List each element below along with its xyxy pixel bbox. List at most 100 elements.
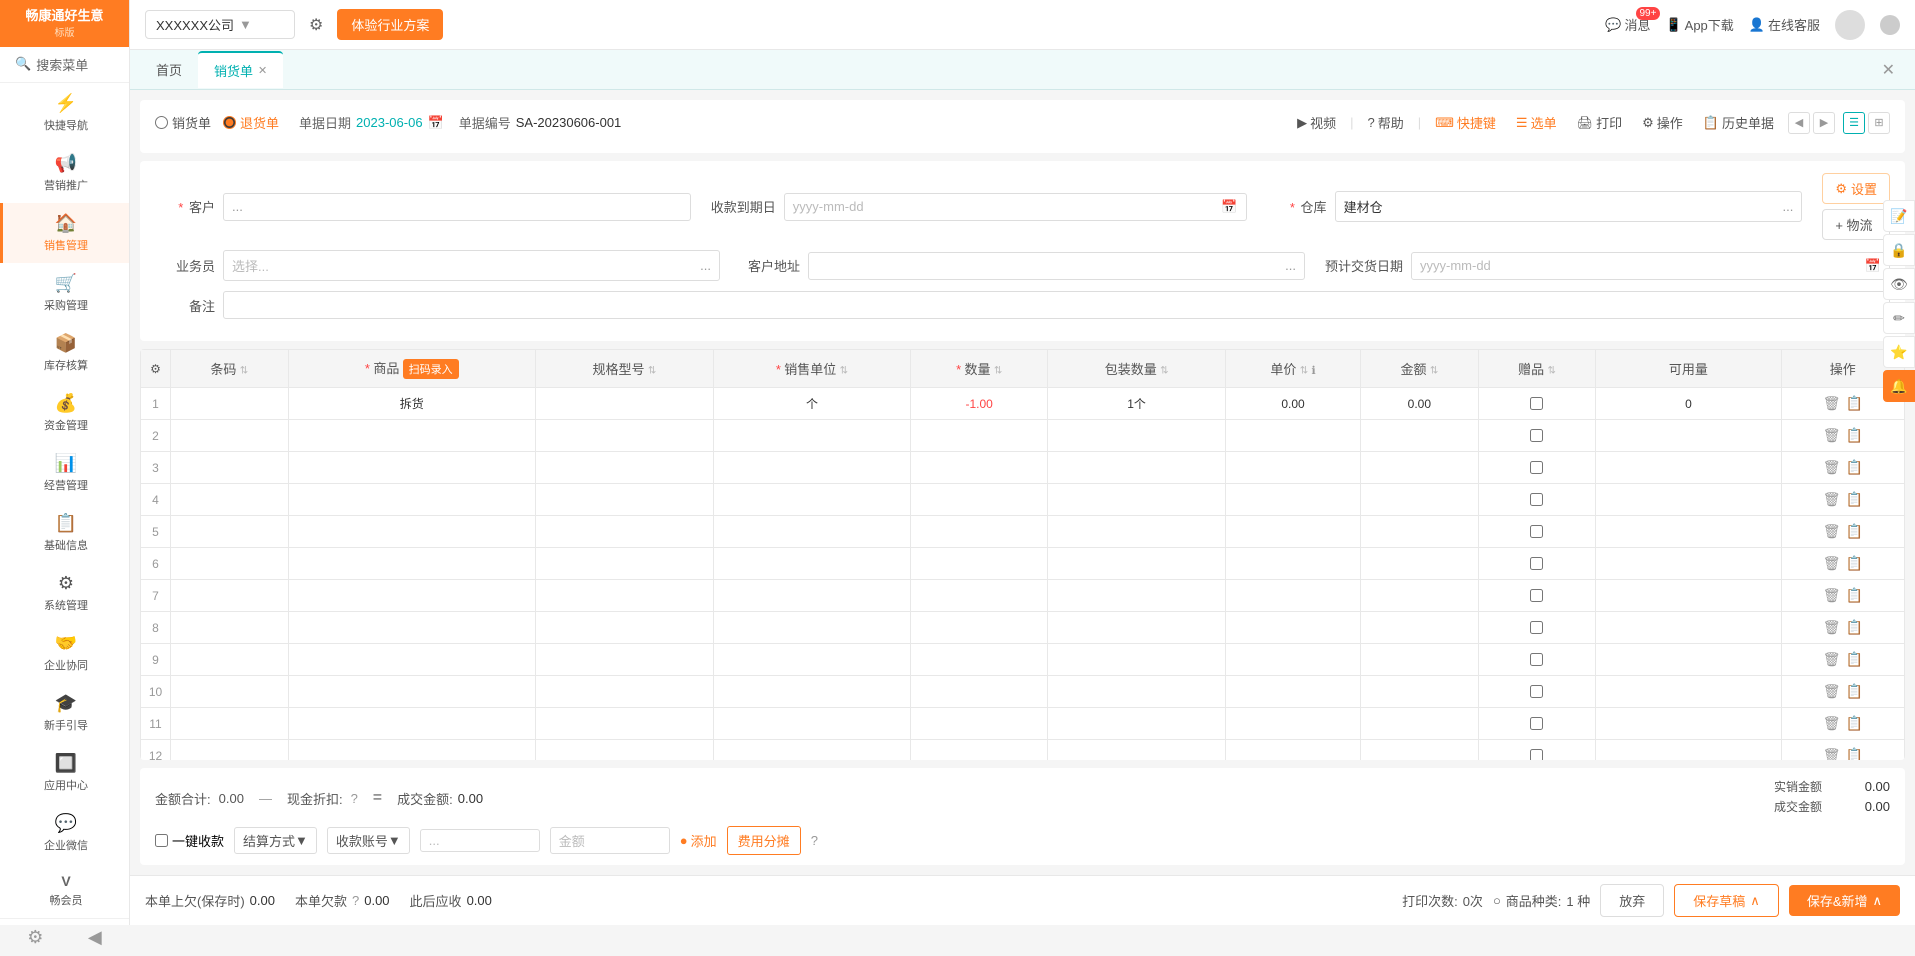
- expected-delivery-calendar-icon[interactable]: 📅: [1865, 258, 1881, 274]
- action-help[interactable]: ? 帮助: [1362, 110, 1410, 135]
- sidebar-item-quicknav[interactable]: ⚡ 快捷导航: [0, 83, 129, 143]
- fee-split-button[interactable]: 费用分摊: [727, 826, 801, 855]
- view-grid[interactable]: ⊞: [1868, 112, 1890, 134]
- one-click-payment-checkbox[interactable]: 一键收款: [155, 831, 224, 850]
- account-input[interactable]: ...: [420, 829, 540, 852]
- delete-icon[interactable]: 🗑: [1823, 459, 1841, 476]
- action-shortcut[interactable]: ⌨ 快捷键: [1429, 110, 1502, 135]
- delete-icon[interactable]: 🗑: [1823, 651, 1841, 668]
- nav-next[interactable]: ▶: [1813, 112, 1835, 134]
- action-video[interactable]: ▶ 视频: [1291, 110, 1342, 135]
- copy-icon[interactable]: 📋: [1845, 651, 1862, 668]
- nav-prev[interactable]: ◀: [1788, 112, 1810, 134]
- customer-dots[interactable]: ...: [232, 199, 243, 214]
- tab-home[interactable]: 首页: [140, 52, 198, 87]
- user-avatar2[interactable]: [1880, 15, 1900, 35]
- delete-icon[interactable]: 🗑: [1823, 523, 1841, 540]
- app-download-button[interactable]: 📱 App下载: [1665, 15, 1733, 34]
- col-settings[interactable]: ⚙: [141, 350, 171, 388]
- one-click-checkbox[interactable]: [155, 834, 168, 847]
- sidebar-item-system[interactable]: ⚙ 系统管理: [0, 563, 129, 623]
- row-spec[interactable]: [535, 388, 713, 420]
- sidebar-item-wechat[interactable]: 💬 企业微信: [0, 803, 129, 863]
- right-tool-view[interactable]: 👁: [1883, 268, 1915, 300]
- row-product[interactable]: 拆货: [288, 388, 535, 420]
- gift-checkbox[interactable]: [1530, 397, 1543, 410]
- right-tool-star[interactable]: ⭐: [1883, 336, 1915, 368]
- sidebar-item-apps[interactable]: 🔲 应用中心: [0, 743, 129, 803]
- delete-icon[interactable]: 🗑: [1823, 683, 1841, 700]
- tab-close-icon[interactable]: ✕: [258, 64, 267, 77]
- row-gift[interactable]: [1478, 388, 1596, 420]
- copy-row-icon[interactable]: 📋: [1845, 395, 1862, 412]
- right-tool-note[interactable]: 📝: [1883, 200, 1915, 232]
- user-avatar[interactable]: [1835, 10, 1865, 40]
- warehouse-dots[interactable]: ...: [1783, 199, 1794, 214]
- sidebar-item-sales[interactable]: 🏠 销售管理: [0, 203, 129, 263]
- scan-button[interactable]: 扫码录入: [403, 359, 459, 379]
- action-print[interactable]: 🖨 打印: [1571, 110, 1629, 135]
- radio-return-order-input[interactable]: [223, 116, 236, 129]
- logistics-button[interactable]: + 物流: [1822, 209, 1890, 240]
- radio-sales-order-input[interactable]: [155, 116, 168, 129]
- topbar-settings-icon[interactable]: ⚙: [305, 11, 327, 39]
- copy-icon[interactable]: 📋: [1845, 523, 1862, 540]
- sidebar-item-member[interactable]: V 畅会员: [0, 863, 129, 918]
- view-list[interactable]: ☰: [1843, 112, 1865, 134]
- customer-addr-dots[interactable]: ...: [1285, 258, 1296, 273]
- row-unit-price[interactable]: 0.00: [1226, 388, 1361, 420]
- copy-icon[interactable]: 📋: [1845, 491, 1862, 508]
- calendar-icon[interactable]: 📅: [428, 115, 444, 131]
- sidebar-item-guide[interactable]: 🎓 新手引导: [0, 683, 129, 743]
- row-qty[interactable]: -1.00: [911, 388, 1048, 420]
- salesperson-dots[interactable]: ...: [700, 258, 711, 273]
- tab-sales-order[interactable]: 销货单 ✕: [198, 51, 283, 88]
- warehouse-input[interactable]: 建材仓 ...: [1335, 191, 1803, 222]
- copy-icon[interactable]: 📋: [1845, 555, 1862, 572]
- discount-help-icon[interactable]: ?: [351, 791, 358, 806]
- row-pack-qty[interactable]: 1个: [1048, 388, 1226, 420]
- message-button[interactable]: 💬 消息 99+: [1605, 15, 1650, 34]
- customer-addr-input[interactable]: ...: [808, 252, 1305, 280]
- sidebar-item-collab[interactable]: 🤝 企业协同: [0, 623, 129, 683]
- copy-icon[interactable]: 📋: [1845, 715, 1862, 732]
- payment-account-select[interactable]: 收款账号 ▼: [327, 827, 410, 854]
- company-selector[interactable]: XXXXXX公司 ▼: [145, 10, 295, 39]
- right-tool-notify[interactable]: 🔔: [1883, 370, 1915, 402]
- delete-icon[interactable]: 🗑: [1823, 555, 1841, 572]
- tab-bar-close-all[interactable]: ✕: [1872, 60, 1905, 80]
- salesperson-input[interactable]: 选择... ...: [223, 250, 720, 281]
- price-info-icon[interactable]: ℹ: [1311, 365, 1315, 377]
- sidebar-item-marketing[interactable]: 📢 营销推广: [0, 143, 129, 203]
- delete-icon[interactable]: 🗑: [1823, 747, 1841, 760]
- copy-icon[interactable]: 📋: [1845, 459, 1862, 476]
- remark-input[interactable]: [223, 291, 1890, 319]
- online-service-button[interactable]: 👤 在线客服: [1749, 15, 1820, 34]
- delete-icon[interactable]: 🗑: [1823, 427, 1841, 444]
- experience-button[interactable]: 体验行业方案: [337, 9, 443, 40]
- row-unit[interactable]: 个: [713, 388, 910, 420]
- action-history[interactable]: 📋 历史单据: [1697, 110, 1780, 135]
- row-barcode[interactable]: [171, 388, 289, 420]
- settings-gear-icon[interactable]: ⚙: [27, 927, 43, 948]
- draft-button[interactable]: 保存草稿 ∧: [1674, 884, 1779, 917]
- action-select[interactable]: ☰ 选单: [1510, 110, 1563, 135]
- abandon-button[interactable]: 放弃: [1600, 884, 1664, 917]
- copy-icon[interactable]: 📋: [1845, 587, 1862, 604]
- account-dots[interactable]: ...: [429, 833, 440, 848]
- sidebar-item-finance[interactable]: 💰 资金管理: [0, 383, 129, 443]
- copy-icon[interactable]: 📋: [1845, 619, 1862, 636]
- due-date-input[interactable]: yyyy-mm-dd 📅: [784, 193, 1247, 221]
- delete-icon[interactable]: 🗑: [1823, 491, 1841, 508]
- delete-icon[interactable]: 🗑: [1823, 619, 1841, 636]
- sidebar-item-inventory[interactable]: 📦 库存核算: [0, 323, 129, 383]
- form-date-value[interactable]: 2023-06-06: [356, 115, 423, 130]
- settings-button[interactable]: ⚙ 设置: [1822, 173, 1890, 204]
- expected-delivery-input[interactable]: yyyy-mm-dd 📅: [1411, 252, 1890, 280]
- debt-help-icon[interactable]: ?: [352, 893, 359, 908]
- copy-icon[interactable]: 📋: [1845, 683, 1862, 700]
- customer-input[interactable]: ...: [223, 193, 691, 221]
- due-date-calendar-icon[interactable]: 📅: [1221, 199, 1237, 215]
- add-payment-button[interactable]: ● 添加: [680, 831, 717, 850]
- copy-icon[interactable]: 📋: [1845, 427, 1862, 444]
